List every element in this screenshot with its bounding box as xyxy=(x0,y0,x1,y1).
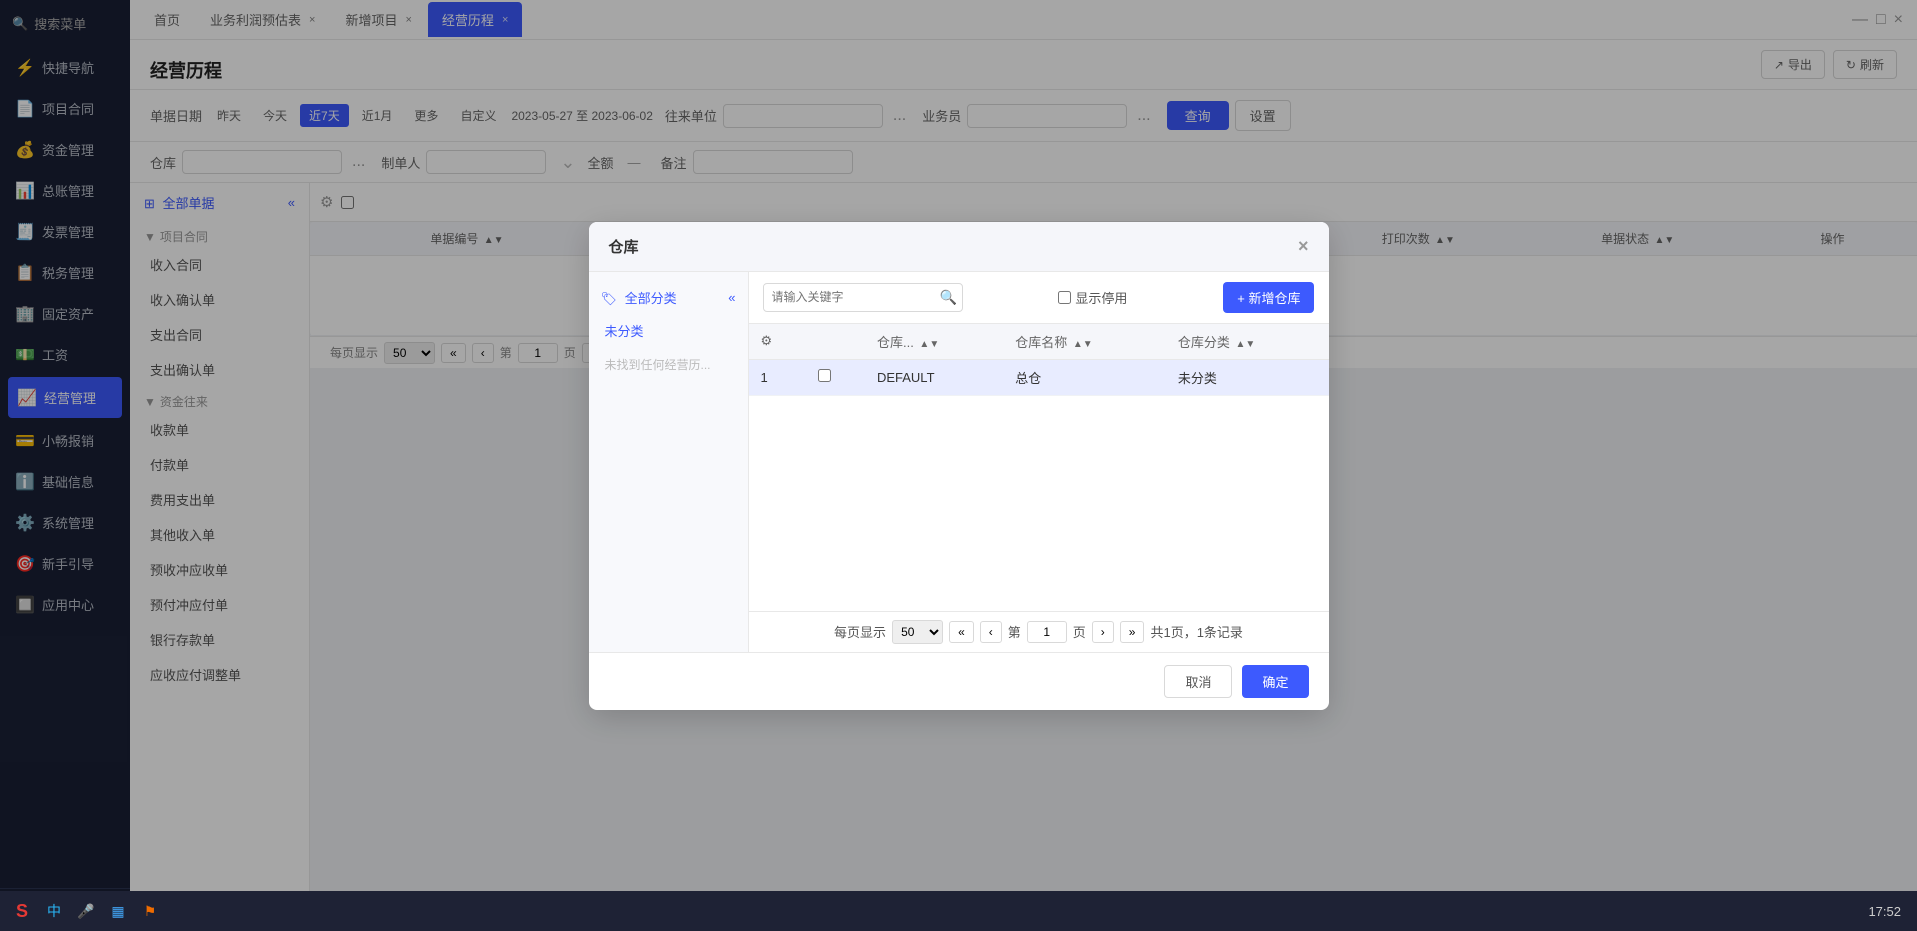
modal-per-page-select[interactable]: 50 100 xyxy=(892,620,943,644)
modal-left-item-uncategorized[interactable]: 未分类 xyxy=(589,313,748,348)
tag-icon: 🏷 xyxy=(601,291,618,306)
modal-row-code: DEFAULT xyxy=(865,359,1003,395)
modal-row-name: 总仓 xyxy=(1003,359,1166,395)
modal-right-panel: 🔍 显示停用 + 新增仓库 ⚙ xyxy=(749,272,1329,652)
modal-overlay[interactable]: 仓库 × 🏷 全部分类 « 未分类 未找到任何经营历... xyxy=(0,0,1917,931)
modal-col-settings: ⚙ xyxy=(749,324,806,360)
modal-search-icon: 🔍 xyxy=(934,284,963,311)
taskbar-icon-3[interactable]: 🎤 xyxy=(72,897,100,925)
taskbar-icon-2[interactable]: 中 xyxy=(40,897,68,925)
modal-header: 仓库 × xyxy=(589,222,1329,272)
table-row[interactable]: 1 DEFAULT 总仓 未分类 xyxy=(749,359,1329,395)
modal-row-check xyxy=(806,359,865,395)
modal-left-header[interactable]: 🏷 全部分类 « xyxy=(589,282,748,313)
taskbar: S 中 🎤 ▦ ⚑ 17:52 xyxy=(0,891,1917,931)
modal-col-name: 仓库名称 ▲▼ xyxy=(1003,324,1166,360)
modal-page-suffix: 页 xyxy=(1073,622,1086,641)
modal-toolbar: 🔍 显示停用 + 新增仓库 xyxy=(749,272,1329,324)
row-checkbox[interactable] xyxy=(818,369,831,382)
modal-left-collapse-icon[interactable]: « xyxy=(728,290,735,305)
modal-search-box[interactable]: 🔍 xyxy=(763,283,963,312)
modal-footer: 取消 确定 xyxy=(589,652,1329,710)
modal-table: ⚙ 仓库... ▲▼ 仓库名称 ▲▼ 仓库分类 ▲▼ xyxy=(749,324,1329,611)
modal-prev-btn[interactable]: ‹ xyxy=(980,621,1002,643)
modal-left-panel: 🏷 全部分类 « 未分类 未找到任何经营历... xyxy=(589,272,749,652)
modal-row-num: 1 xyxy=(749,359,806,395)
modal-per-page-label: 每页显示 xyxy=(834,622,886,641)
modal-page-input[interactable] xyxy=(1027,621,1067,643)
modal-title: 仓库 xyxy=(609,236,639,257)
taskbar-time: 17:52 xyxy=(1868,904,1909,919)
cancel-button[interactable]: 取消 xyxy=(1164,665,1232,698)
modal-search-input[interactable] xyxy=(764,285,934,309)
modal-body: 🏷 全部分类 « 未分类 未找到任何经营历... 🔍 xyxy=(589,272,1329,652)
modal-col-check xyxy=(806,324,865,360)
modal-sort-name-icon[interactable]: ▲▼ xyxy=(1073,340,1093,350)
taskbar-icon-5[interactable]: ⚑ xyxy=(136,897,164,925)
modal-col-category: 仓库分类 ▲▼ xyxy=(1166,324,1329,360)
confirm-button[interactable]: 确定 xyxy=(1242,665,1308,698)
modal-sort-icon[interactable]: ▲▼ xyxy=(919,340,939,350)
taskbar-icon-4[interactable]: ▦ xyxy=(104,897,132,925)
modal-table-header: ⚙ 仓库... ▲▼ 仓库名称 ▲▼ 仓库分类 ▲▼ xyxy=(749,324,1329,360)
modal-close-btn[interactable]: × xyxy=(1298,236,1309,257)
modal-left-all-label: 🏷 全部分类 xyxy=(601,288,677,307)
show-disabled-checkbox[interactable] xyxy=(1058,291,1071,304)
show-disabled-label: 显示停用 xyxy=(1075,288,1127,307)
modal-pagination: 每页显示 50 100 « ‹ 第 页 › » 共1页，1条记录 xyxy=(749,611,1329,652)
modal-show-disabled-group: 显示停用 xyxy=(1058,288,1127,307)
modal-next-btn[interactable]: › xyxy=(1092,621,1114,643)
modal-last-btn[interactable]: » xyxy=(1120,621,1145,643)
modal-first-btn[interactable]: « xyxy=(949,621,974,643)
add-warehouse-button[interactable]: + 新增仓库 xyxy=(1223,282,1314,313)
warehouse-modal: 仓库 × 🏷 全部分类 « 未分类 未找到任何经营历... xyxy=(589,222,1329,710)
modal-row-category: 未分类 xyxy=(1166,359,1329,395)
warehouse-table: ⚙ 仓库... ▲▼ 仓库名称 ▲▼ 仓库分类 ▲▼ xyxy=(749,324,1329,396)
modal-total: 共1页，1条记录 xyxy=(1150,622,1242,641)
taskbar-icon-1[interactable]: S xyxy=(8,897,36,925)
modal-sort-cat-icon[interactable]: ▲▼ xyxy=(1235,340,1255,350)
modal-left-empty: 未找到任何经营历... xyxy=(589,348,748,381)
modal-page-label: 第 xyxy=(1008,622,1021,641)
modal-col-code: 仓库... ▲▼ xyxy=(865,324,1003,360)
